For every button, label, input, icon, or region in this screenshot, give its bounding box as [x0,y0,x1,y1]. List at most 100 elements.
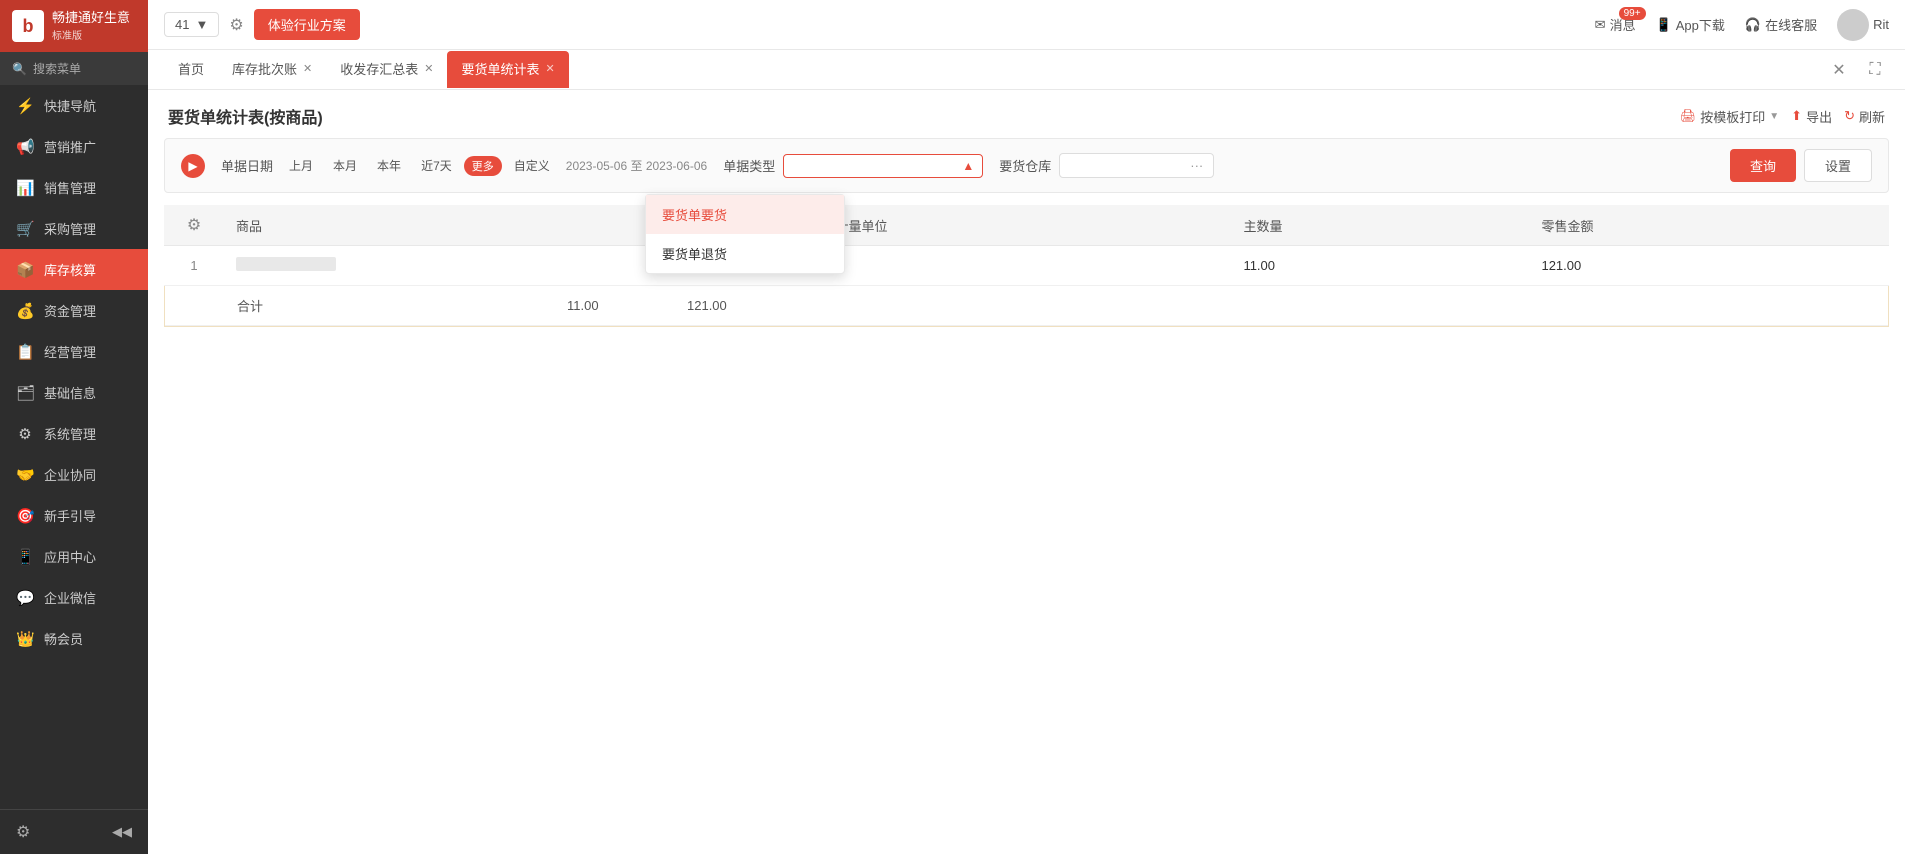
app-title-group: 畅捷通好生意 标准版 [52,10,130,42]
total-row: 合计 11.00 121.00 [165,286,1888,326]
tab-home[interactable]: 首页 [164,51,218,88]
sidebar-item-quick-nav[interactable]: ⚡ 快捷导航 [0,85,148,126]
date-opt-7days[interactable]: 近7天 [413,154,460,177]
app-download-item[interactable]: 📱 App下载 [1656,15,1725,34]
settings-gear-icon[interactable]: ⚙ [229,15,243,35]
app-download-label: App下载 [1676,15,1725,34]
page-title-bar: 要货单统计表(按商品) 🖨 按模板打印 ▼ ⬆ 导出 ↻ 刷新 [148,90,1905,138]
expand-tabs-button[interactable]: ⛶ [1861,56,1889,84]
export-label: 导出 [1806,107,1832,126]
sidebar-label-operations: 经营管理 [44,342,96,361]
online-service-item[interactable]: 🎧 在线客服 [1745,15,1817,34]
column-settings-icon[interactable]: ⚙ [187,217,201,234]
sidebar-item-basic[interactable]: 🗂 基础信息 [0,372,148,413]
col-quantity: 主数量 [1231,205,1529,246]
store-selector[interactable]: 41 ▼ [164,12,219,37]
filter-actions: 查询 设置 [1730,149,1872,182]
sidebar-icon-appstore: 📱 [16,548,34,566]
app-subtitle: 标准版 [52,27,130,42]
sidebar-label-quick-nav: 快捷导航 [44,96,96,115]
tab-order-summary[interactable]: 要货单统计表✕ [447,51,568,88]
print-template-button[interactable]: 🖨 按模板打印 ▼ [1680,107,1779,126]
filter-settings-button[interactable]: 设置 [1804,149,1872,182]
page-content: 要货单统计表(按商品) 🖨 按模板打印 ▼ ⬆ 导出 ↻ 刷新 ▶ [148,90,1905,854]
user-avatar-item[interactable]: Rit [1837,9,1889,41]
sidebar-item-member[interactable]: 👑 畅会员 [0,618,148,659]
export-button[interactable]: ⬆ 导出 [1791,107,1832,126]
date-opt-more[interactable]: 更多 [464,156,502,176]
sidebar-item-system[interactable]: ⚙ 系统管理 [0,413,148,454]
row-amount: 121.00 [1529,246,1889,286]
refresh-label: 刷新 [1859,107,1885,126]
sidebar-icon-guide: 🎯 [16,507,34,525]
user-avatar [1837,9,1869,41]
sidebar-label-wechat: 企业微信 [44,588,96,607]
col-amount: 零售金额 [1529,205,1889,246]
sidebar-item-enterprise[interactable]: 🤝 企业协同 [0,454,148,495]
sidebar-label-finance: 资金管理 [44,301,96,320]
sidebar-item-guide[interactable]: 🎯 新手引导 [0,495,148,536]
sidebar-item-appstore[interactable]: 📱 应用中心 [0,536,148,577]
sidebar-icon-sales: 📊 [16,179,34,197]
data-table: ⚙ 商品 主计量单位 主数量 零售金额 1 块 11.00 121.00 [164,205,1889,286]
tab-batch-account[interactable]: 库存批次账✕ [218,51,326,88]
sidebar-label-member: 畅会员 [44,629,83,648]
sidebar: b 畅捷通好生意 标准版 🔍 搜索菜单 ⚡ 快捷导航 📢 营销推广 📊 销售管理… [0,0,148,854]
date-opt-upper[interactable]: 上月 [281,154,321,177]
trial-button[interactable]: 体验行业方案 [254,9,360,40]
tab-receive-summary[interactable]: 收发存汇总表✕ [326,51,447,88]
sidebar-item-operations[interactable]: 📋 经营管理 [0,331,148,372]
sidebar-item-inventory[interactable]: 📦 库存核算 [0,249,148,290]
sidebar-item-sales[interactable]: 📊 销售管理 [0,167,148,208]
table-container: ⚙ 商品 主计量单位 主数量 零售金额 1 块 11.00 121.00 [164,205,1889,286]
col-settings[interactable]: ⚙ [164,205,224,246]
date-opt-year[interactable]: 本年 [369,154,409,177]
total-amount: 121.00 [675,286,1888,326]
dropdown-item-order-goods[interactable]: 要货单要货 [646,195,844,234]
query-button[interactable]: 查询 [1730,149,1796,182]
tab-bar-end: ✕ ⛶ [1825,56,1889,84]
settings-icon[interactable]: ⚙ [16,822,30,842]
refresh-button[interactable]: ↻ 刷新 [1844,107,1885,126]
sidebar-label-marketing: 营销推广 [44,137,96,156]
sidebar-search[interactable]: 🔍 搜索菜单 [0,52,148,85]
dropdown-item-order-return[interactable]: 要货单退货 [646,234,844,273]
print-label: 按模板打印 [1700,107,1765,126]
sidebar-icon-marketing: 📢 [16,138,34,156]
tab-close-receive-summary[interactable]: ✕ [424,62,433,75]
store-dropdown-icon: ▼ [195,17,208,32]
tab-close-order-summary[interactable]: ✕ [546,62,555,75]
close-all-tabs-button[interactable]: ✕ [1825,56,1853,84]
print-dropdown-icon: ▼ [1769,111,1779,122]
message-icon: ✉ [1595,17,1606,33]
filter-toggle-button[interactable]: ▶ [181,154,205,178]
header-right: ✉ 消息 99+ 📱 App下载 🎧 在线客服 Rit [1595,9,1889,41]
header-left: 41 ▼ ⚙ 体验行业方案 [164,9,360,40]
sidebar-icon-member: 👑 [16,630,34,648]
type-dropdown: 要货单要货 要货单退货 [645,194,845,274]
tab-close-batch-account[interactable]: ✕ [303,62,312,75]
sidebar-item-wechat[interactable]: 💬 企业微信 [0,577,148,618]
date-opt-current[interactable]: 本月 [325,154,365,177]
top-header: 41 ▼ ⚙ 体验行业方案 ✉ 消息 99+ 📱 App下载 🎧 在线客服 R [148,0,1905,50]
date-filter-label: 单据日期 [221,156,273,175]
sidebar-icon-quick-nav: ⚡ [16,97,34,115]
type-select[interactable]: ▲ [783,154,983,178]
sidebar-item-purchase[interactable]: 🛒 采购管理 [0,208,148,249]
sidebar-item-marketing[interactable]: 📢 营销推广 [0,126,148,167]
warehouse-select[interactable]: ··· [1059,153,1214,178]
row-quantity: 11.00 [1231,246,1529,286]
app-logo: b [12,10,44,42]
sidebar-label-sales: 销售管理 [44,178,96,197]
type-filter-label: 单据类型 [723,156,775,175]
table-body: 1 块 11.00 121.00 [164,246,1889,286]
collapse-button[interactable]: ◀◀ [112,824,132,840]
sidebar-header: b 畅捷通好生意 标准版 [0,0,148,52]
messages-item[interactable]: ✉ 消息 99+ [1595,15,1636,34]
sidebar-icon-operations: 📋 [16,343,34,361]
export-icon: ⬆ [1791,108,1802,124]
warehouse-filter-group: 要货仓库 ··· [999,153,1214,178]
date-opt-custom[interactable]: 自定义 [506,154,558,177]
sidebar-item-finance[interactable]: 💰 资金管理 [0,290,148,331]
sidebar-label-basic: 基础信息 [44,383,96,402]
